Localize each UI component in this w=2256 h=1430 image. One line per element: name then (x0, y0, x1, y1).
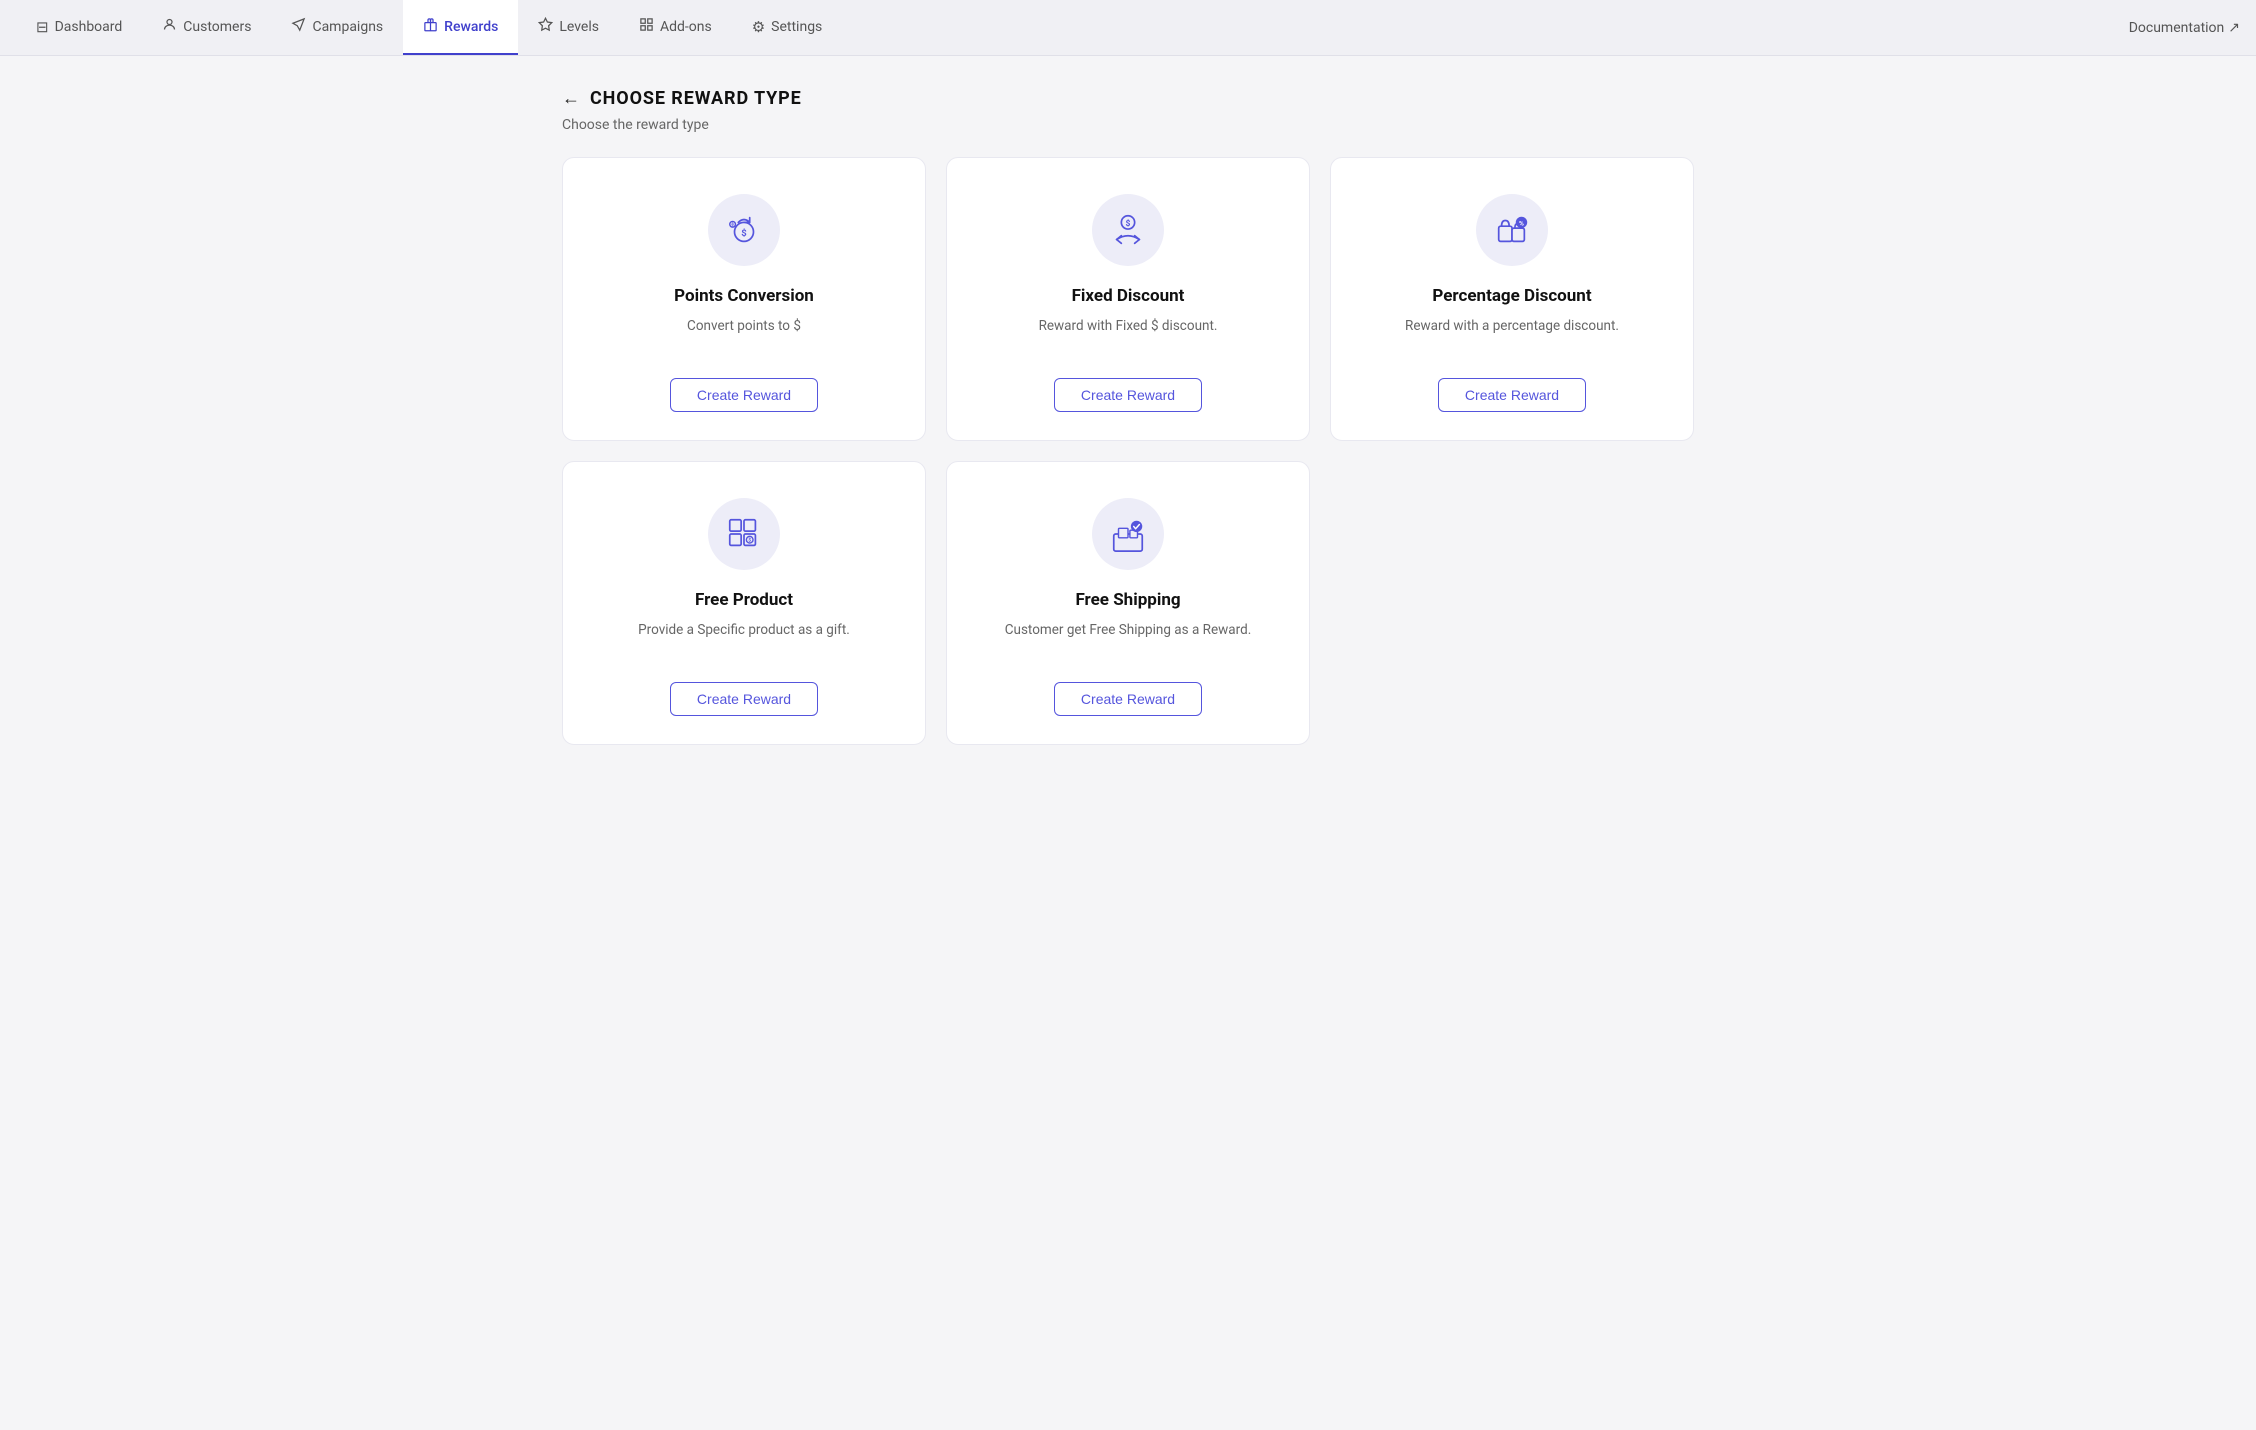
free-product-icon-wrap: $ (708, 498, 780, 570)
empty-card-placeholder (1330, 461, 1694, 745)
nav-label-levels: Levels (559, 19, 599, 35)
free-shipping-icon (1109, 515, 1147, 553)
documentation-link[interactable]: Documentation ↗ (2129, 20, 2240, 36)
nav-label-addons: Add-ons (660, 19, 712, 35)
back-button[interactable]: ← (562, 88, 580, 109)
top-cards-row: $ Points Conversion Convert points to $ … (562, 157, 1694, 441)
nav-label-campaigns: Campaigns (312, 19, 383, 35)
percentage-discount-icon-wrap: % (1476, 194, 1548, 266)
external-link-icon: ↗ (2228, 20, 2240, 36)
settings-icon: ⚙ (752, 18, 765, 36)
create-reward-percentage-btn[interactable]: Create Reward (1438, 378, 1586, 412)
free-shipping-icon-wrap (1092, 498, 1164, 570)
fixed-discount-desc: Reward with Fixed $ discount. (1039, 316, 1218, 356)
bottom-cards-row: $ Free Product Provide a Specific produc… (562, 461, 1694, 745)
fixed-discount-icon: $ (1109, 211, 1147, 249)
points-conversion-icon: $ (725, 211, 763, 249)
card-free-shipping: Free Shipping Customer get Free Shipping… (946, 461, 1310, 745)
fixed-discount-title: Fixed Discount (1072, 286, 1185, 306)
customers-icon (162, 17, 177, 36)
create-reward-product-btn[interactable]: Create Reward (670, 682, 818, 716)
free-product-desc: Provide a Specific product as a gift. (638, 620, 850, 660)
page-header: ← CHOOSE REWARD TYPE Choose the reward t… (562, 88, 1694, 133)
nav-item-levels[interactable]: Levels (518, 0, 619, 55)
nav-items: ⊟ Dashboard Customers Campaigns (16, 0, 2129, 55)
svg-text:$: $ (741, 228, 747, 239)
free-product-icon: $ (725, 515, 763, 553)
free-shipping-desc: Customer get Free Shipping as a Reward. (1005, 620, 1252, 660)
levels-icon (538, 17, 553, 36)
card-percentage-discount: % Percentage Discount Reward with a perc… (1330, 157, 1694, 441)
card-fixed-discount: $ Fixed Discount Reward with Fixed $ dis… (946, 157, 1310, 441)
documentation-label: Documentation (2129, 20, 2225, 36)
nav-label-rewards: Rewards (444, 19, 498, 35)
create-reward-fixed-btn[interactable]: Create Reward (1054, 378, 1202, 412)
nav-bar: ⊟ Dashboard Customers Campaigns (0, 0, 2256, 56)
points-conversion-desc: Convert points to $ (687, 316, 801, 356)
main-content: ← CHOOSE REWARD TYPE Choose the reward t… (538, 56, 1718, 777)
campaigns-icon (291, 17, 306, 36)
nav-item-addons[interactable]: Add-ons (619, 0, 732, 55)
card-free-product: $ Free Product Provide a Specific produc… (562, 461, 926, 745)
nav-item-dashboard[interactable]: ⊟ Dashboard (16, 0, 142, 55)
create-reward-points-btn[interactable]: Create Reward (670, 378, 818, 412)
back-row: ← CHOOSE REWARD TYPE (562, 88, 1694, 109)
nav-item-campaigns[interactable]: Campaigns (271, 0, 403, 55)
page-title: CHOOSE REWARD TYPE (590, 88, 802, 109)
free-product-title: Free Product (695, 590, 793, 610)
nav-right: Documentation ↗ (2129, 0, 2240, 55)
addons-icon (639, 17, 654, 36)
nav-item-customers[interactable]: Customers (142, 0, 271, 55)
nav-label-settings: Settings (771, 19, 822, 35)
page-subtitle: Choose the reward type (562, 117, 1694, 133)
card-points-conversion: $ Points Conversion Convert points to $ … (562, 157, 926, 441)
svg-text:%: % (1519, 220, 1524, 228)
free-shipping-title: Free Shipping (1075, 590, 1180, 610)
nav-label-customers: Customers (183, 19, 251, 35)
fixed-discount-icon-wrap: $ (1092, 194, 1164, 266)
rewards-icon (423, 17, 438, 36)
nav-label-dashboard: Dashboard (55, 19, 123, 35)
svg-text:$: $ (1126, 218, 1131, 229)
points-conversion-icon-wrap: $ (708, 194, 780, 266)
dashboard-icon: ⊟ (36, 18, 49, 36)
percentage-discount-desc: Reward with a percentage discount. (1405, 316, 1619, 356)
percentage-discount-title: Percentage Discount (1432, 286, 1591, 306)
points-conversion-title: Points Conversion (674, 286, 814, 306)
create-reward-shipping-btn[interactable]: Create Reward (1054, 682, 1202, 716)
nav-item-rewards[interactable]: Rewards (403, 0, 518, 55)
nav-item-settings[interactable]: ⚙ Settings (732, 0, 843, 55)
percentage-discount-icon: % (1493, 211, 1531, 249)
